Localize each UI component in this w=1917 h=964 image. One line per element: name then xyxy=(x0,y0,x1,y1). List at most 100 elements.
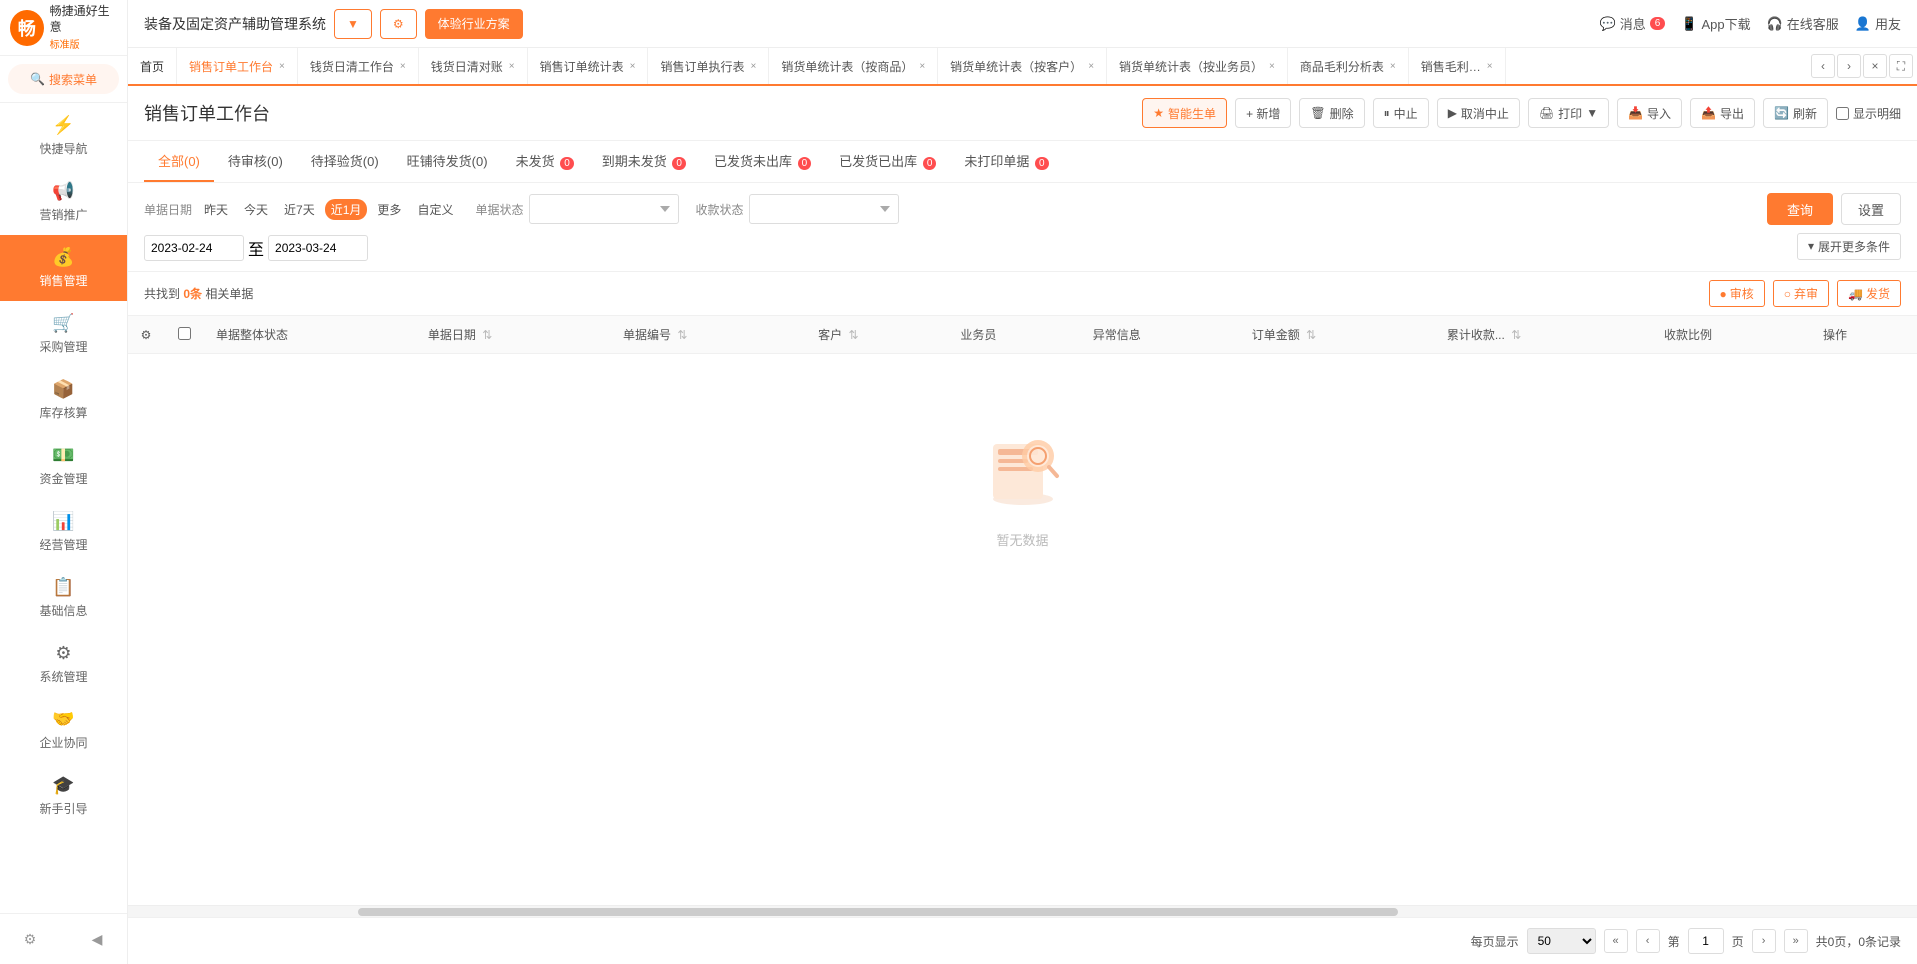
sidebar-item-operations[interactable]: 📊 经营管理 xyxy=(0,499,127,565)
tab-sales-exec[interactable]: 销售订单执行表 × xyxy=(648,48,769,85)
setup-button[interactable]: 设置 xyxy=(1841,193,1901,225)
sidebar-item-cooperation[interactable]: 🤝 企业协同 xyxy=(0,697,127,763)
status-tab-shipped-out[interactable]: 已发货已出库 0 xyxy=(825,141,950,182)
status-tab-overdue-unshipped[interactable]: 到期未发货 0 xyxy=(588,141,700,182)
settings-button[interactable]: ⚙ xyxy=(10,924,50,954)
date-custom-btn[interactable]: 自定义 xyxy=(411,199,459,220)
next-page-button[interactable]: › xyxy=(1752,929,1776,953)
col-customer[interactable]: 客户 ⇅ xyxy=(806,316,948,354)
user-item[interactable]: 👤 用友 xyxy=(1855,14,1901,33)
sidebar-item-purchase[interactable]: 🛒 采购管理 xyxy=(0,301,127,367)
online-service-item[interactable]: 🎧 在线客服 xyxy=(1767,14,1839,33)
page-number-input[interactable] xyxy=(1688,928,1724,954)
ship-toolbar-button[interactable]: 🚚 发货 xyxy=(1837,280,1901,307)
tab-gross-profit[interactable]: 商品毛利分析表 × xyxy=(1288,48,1409,85)
status-tab-all[interactable]: 全部(0) xyxy=(144,141,214,182)
status-tab-pending-audit[interactable]: 待审核(0) xyxy=(214,141,297,182)
message-item[interactable]: 💬 消息 6 xyxy=(1600,14,1666,33)
expand-filters-button[interactable]: ▾ 展开更多条件 xyxy=(1797,233,1901,260)
tab-prev-button[interactable]: ‹ xyxy=(1811,54,1835,78)
date-yesterday-btn[interactable]: 昨天 xyxy=(198,199,234,220)
sidebar-item-marketing[interactable]: 📢 营销推广 xyxy=(0,169,127,235)
show-detail-checkbox[interactable] xyxy=(1836,107,1849,120)
date-7days-btn[interactable]: 近7天 xyxy=(278,199,321,220)
col-customer-sort-icon[interactable]: ⇅ xyxy=(849,328,859,342)
sidebar-item-system[interactable]: ⚙ 系统管理 xyxy=(0,631,127,697)
print-button[interactable]: 🖨 打印 ▼ xyxy=(1528,98,1609,128)
cancel-suspend-button[interactable]: ▶ 取消中止 xyxy=(1437,98,1520,128)
col-collected-sort-icon[interactable]: ⇅ xyxy=(1511,328,1521,342)
status-tab-unshipped[interactable]: 未发货 0 xyxy=(502,141,588,182)
import-button[interactable]: 📥 导入 xyxy=(1617,98,1682,128)
tab-next-button[interactable]: › xyxy=(1837,54,1861,78)
sidebar-item-sales[interactable]: 💰 销售管理 xyxy=(0,235,127,301)
horizontal-scrollbar[interactable] xyxy=(128,905,1917,917)
status-tab-shipped-not-out[interactable]: 已发货未出库 0 xyxy=(700,141,825,182)
col-date[interactable]: 单据日期 ⇅ xyxy=(416,316,611,354)
sidebar-item-basicinfo[interactable]: 📋 基础信息 xyxy=(0,565,127,631)
tab-close-sales-exec[interactable]: × xyxy=(750,61,756,72)
status-tab-pending-inspect[interactable]: 待择验货(0) xyxy=(297,141,393,182)
tab-close-sales-gross[interactable]: × xyxy=(1487,61,1493,72)
tab-goods-stats[interactable]: 销货单统计表（按商品） × xyxy=(769,48,938,85)
date-from-input[interactable] xyxy=(144,235,244,261)
tab-sales-gross[interactable]: 销售毛利… × xyxy=(1409,48,1506,85)
prev-page-button[interactable]: ‹ xyxy=(1636,929,1660,953)
scrollbar-thumb[interactable] xyxy=(358,908,1398,916)
tab-sales-workbench[interactable]: 销售订单工作台 × xyxy=(177,48,298,86)
tab-money-daily[interactable]: 钱货日清工作台 × xyxy=(298,48,419,85)
col-salesman[interactable]: 业务员 xyxy=(948,316,1080,354)
sidebar-item-guide[interactable]: 🎓 新手引导 xyxy=(0,763,127,829)
last-page-button[interactable]: » xyxy=(1784,929,1808,953)
tab-close-goods-stats[interactable]: × xyxy=(919,61,925,72)
page-size-select[interactable]: 10 20 50 100 xyxy=(1527,928,1596,954)
show-detail-checkbox-label[interactable]: 显示明细 xyxy=(1836,105,1901,122)
tab-fullscreen-button[interactable]: ⛶ xyxy=(1889,54,1913,78)
date-today-btn[interactable]: 今天 xyxy=(238,199,274,220)
settings-gear-button[interactable]: ⚙ xyxy=(380,9,417,39)
smart-create-button[interactable]: ★ 智能生单 xyxy=(1142,98,1227,128)
search-button[interactable]: 查询 xyxy=(1767,193,1833,225)
tab-sales-stats[interactable]: 销售订单统计表 × xyxy=(528,48,649,85)
col-collected[interactable]: 累计收款... ⇅ xyxy=(1435,316,1652,354)
tab-close-salesman-stats[interactable]: × xyxy=(1269,61,1275,72)
cancel-audit-toolbar-button[interactable]: ○ 弃审 xyxy=(1773,280,1829,307)
tab-close-money-daily[interactable]: × xyxy=(400,61,406,72)
date-1month-btn[interactable]: 近1月 xyxy=(325,199,368,220)
collapse-button[interactable]: ◀ xyxy=(77,924,117,954)
tab-close-sales-stats[interactable]: × xyxy=(630,61,636,72)
app-download-item[interactable]: 📱 App下载 xyxy=(1681,14,1750,33)
status-tab-wangpu-ship[interactable]: 旺铺待发货(0) xyxy=(393,141,502,182)
dropdown-button[interactable]: ▼ xyxy=(334,9,372,39)
tab-salesman-stats[interactable]: 销货单统计表（按业务员） × xyxy=(1107,48,1288,85)
col-amount[interactable]: 订单金额 ⇅ xyxy=(1240,316,1435,354)
sidebar-item-quicknav[interactable]: ⚡ 快捷导航 xyxy=(0,103,127,169)
tab-money-reconcile[interactable]: 钱货日清对账 × xyxy=(419,48,528,85)
tab-home[interactable]: 首页 xyxy=(128,48,177,85)
col-number-sort-icon[interactable]: ⇅ xyxy=(677,328,687,342)
col-date-sort-icon[interactable]: ⇅ xyxy=(482,328,492,342)
tab-customer-stats[interactable]: 销货单统计表（按客户） × xyxy=(938,48,1107,85)
industry-solution-button[interactable]: 体验行业方案 xyxy=(425,9,523,39)
status-tab-unprinted[interactable]: 未打印单据 0 xyxy=(950,141,1062,182)
col-checkbox[interactable] xyxy=(164,316,204,354)
tab-close-gross-profit[interactable]: × xyxy=(1390,61,1396,72)
first-page-button[interactable]: « xyxy=(1604,929,1628,953)
tab-close-all-button[interactable]: × xyxy=(1863,54,1887,78)
refresh-button[interactable]: 🔄 刷新 xyxy=(1763,98,1828,128)
col-number[interactable]: 单据编号 ⇅ xyxy=(611,316,806,354)
export-button[interactable]: 📤 导出 xyxy=(1690,98,1755,128)
tab-close-money-reconcile[interactable]: × xyxy=(509,61,515,72)
sidebar-item-inventory[interactable]: 📦 库存核算 xyxy=(0,367,127,433)
col-amount-sort-icon[interactable]: ⇅ xyxy=(1306,328,1316,342)
tab-close-sales-workbench[interactable]: × xyxy=(279,61,285,72)
status-filter-select[interactable] xyxy=(529,194,679,224)
audit-toolbar-button[interactable]: ● 审核 xyxy=(1709,280,1765,307)
payment-filter-select[interactable] xyxy=(749,194,899,224)
date-to-input[interactable] xyxy=(268,235,368,261)
col-settings[interactable]: ⚙ xyxy=(128,316,164,354)
delete-button[interactable]: 🗑 删除 xyxy=(1299,98,1364,128)
date-more-btn[interactable]: 更多 xyxy=(371,199,407,220)
sidebar-item-finance[interactable]: 💵 资金管理 xyxy=(0,433,127,499)
suspend-button[interactable]: ⏸ 中止 xyxy=(1373,98,1429,128)
